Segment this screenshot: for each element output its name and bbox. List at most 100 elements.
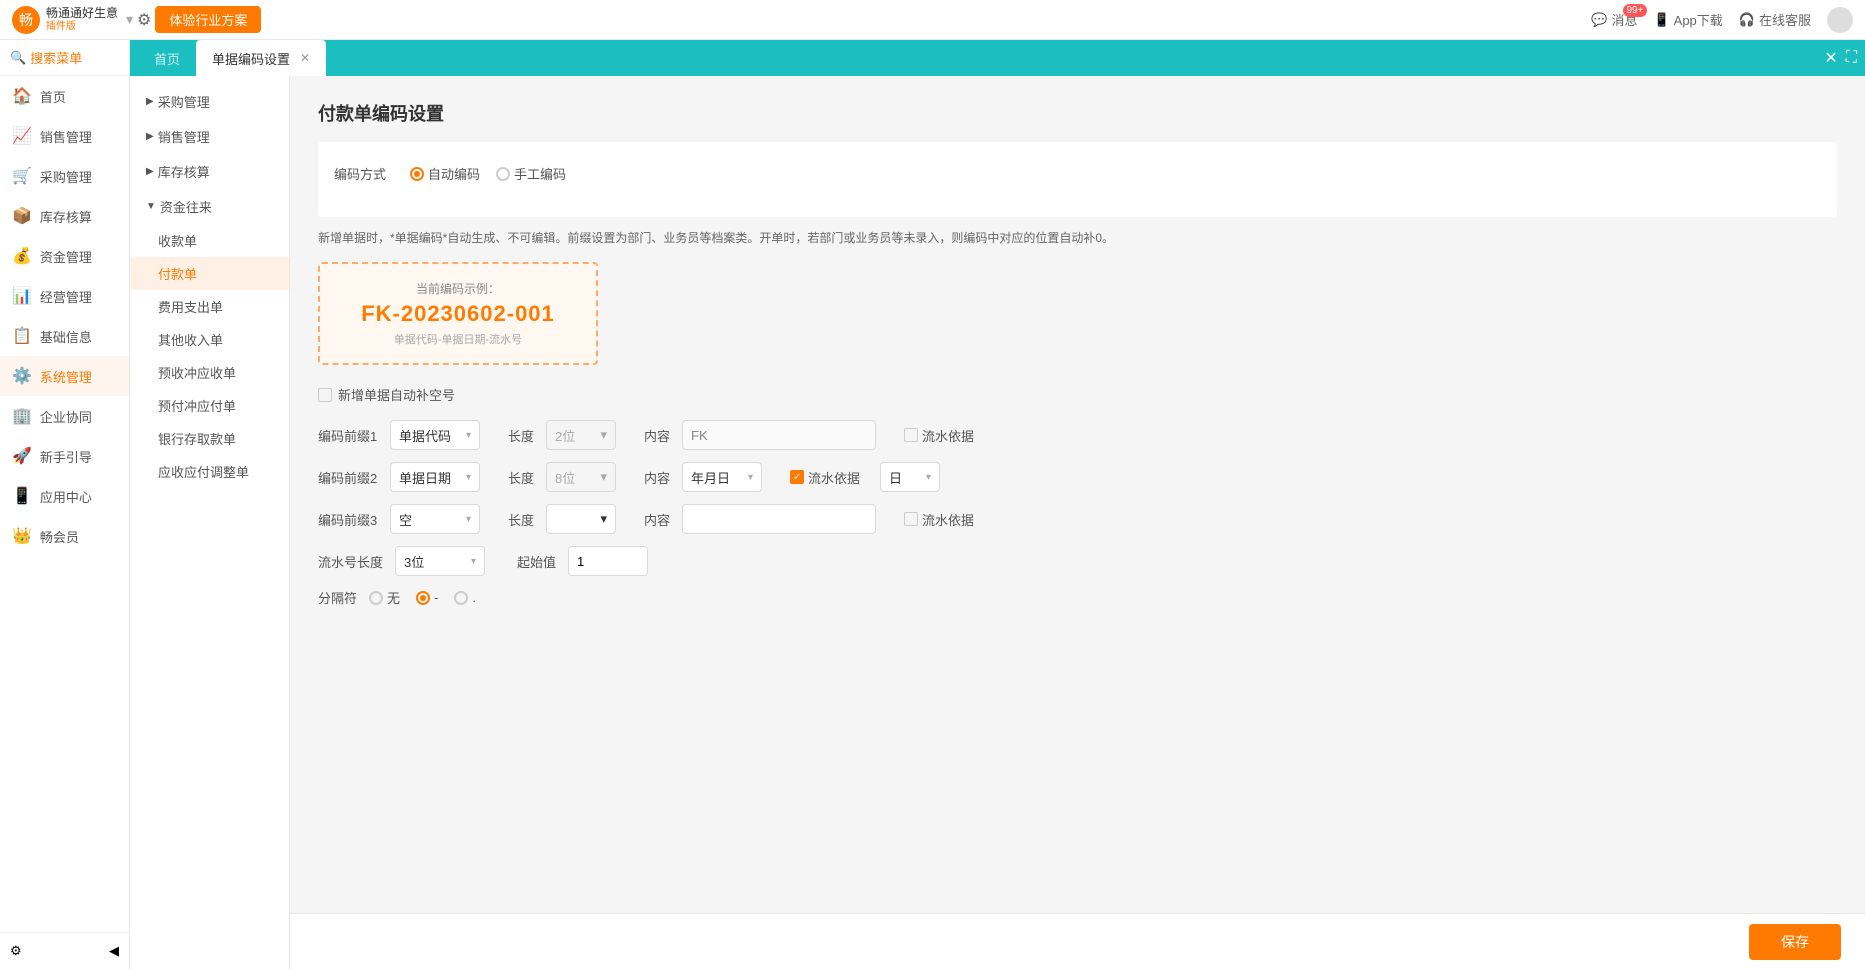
trial-button[interactable]: 体验行业方案 (155, 6, 261, 33)
logo-text: 畅通通好生意 插件版 (46, 6, 118, 32)
chevron-down-icon-9: ▾ (471, 556, 476, 567)
enterprise-icon: 🏢 (12, 406, 32, 426)
serial-length-select[interactable]: 3位 ▾ (395, 546, 485, 576)
arrow-down-icon: ▼ (146, 201, 156, 212)
nav-item-payment[interactable]: 付款单 (130, 257, 289, 290)
encode-method: 编码方式 自动编码 手工编码 (334, 154, 1821, 193)
nav-item-pre-payable[interactable]: 预付冲应付单 (130, 389, 289, 422)
sidebar-search[interactable]: 🔍 搜索菜单 (0, 40, 129, 76)
collapse-icon[interactable]: ◀ (109, 943, 119, 959)
nav-item-receipt[interactable]: 收款单 (130, 224, 289, 257)
row3-len-box[interactable]: ▾ (546, 504, 616, 534)
message-item[interactable]: 💬 消息 99+ (1591, 10, 1637, 29)
sales-icon: 📈 (12, 126, 32, 146)
chevron-down-icon-2: ▾ (600, 427, 607, 443)
sidebar-bottom: ⚙ ◀ (0, 932, 129, 969)
row3-content-input[interactable] (682, 504, 876, 534)
chevron-down-icon: ▾ (466, 430, 471, 441)
sidebar-item-basic[interactable]: 📋 基础信息 (0, 316, 129, 356)
row3-prefix-select[interactable]: 空 ▾ (390, 504, 480, 534)
nav-group-title-sales[interactable]: ▶ 销售管理 (130, 119, 289, 154)
page-content: ▶ 采购管理 ▶ 销售管理 ▶ 库存核算 (130, 76, 1865, 969)
radio-auto[interactable]: 自动编码 (410, 164, 480, 183)
tab-home[interactable]: 首页 (138, 40, 196, 76)
top-bar-left: 畅 畅通通好生意 插件版 ▾ ⚙ 体验行业方案 (12, 6, 261, 34)
start-value-label: 起始值 (517, 552, 556, 571)
nav-group-sales: ▶ 销售管理 (130, 119, 289, 154)
action-bar: 保存 (290, 913, 1865, 969)
nav-item-payable-adjust[interactable]: 应收应付调整单 (130, 455, 289, 488)
row3-water-checkbox[interactable] (904, 512, 918, 526)
app-download-item[interactable]: 📱 App下载 (1653, 10, 1722, 29)
row2-water-check[interactable]: ✓ 流水依据 (790, 468, 860, 487)
row2-label: 编码前缀2 (318, 468, 378, 487)
sidebar-item-inventory[interactable]: 📦 库存核算 (0, 196, 129, 236)
sidebar-item-guide[interactable]: 🚀 新手引导 (0, 436, 129, 476)
nav-group-title-purchase[interactable]: ▶ 采购管理 (130, 84, 289, 119)
gear-button[interactable]: ⚙ (137, 10, 151, 30)
row3-water-check[interactable]: 流水依据 (904, 510, 974, 529)
top-bar-right: 💬 消息 99+ 📱 App下载 🎧 在线客服 (1591, 7, 1853, 33)
maximize-icon[interactable]: ⛶ (1846, 49, 1857, 67)
service-icon: 🎧 (1739, 12, 1755, 28)
online-service-item[interactable]: 🎧 在线客服 (1739, 10, 1811, 29)
hint-text: 新增单据时，*单据编码*自动生成、不可编辑。前缀设置为部门、业务员等档案类。开单… (318, 229, 1837, 246)
preview-code: FK-20230602-001 (348, 301, 568, 327)
main-layout: 🔍 搜索菜单 🏠 首页 📈 销售管理 🛒 采购管理 📦 库存核算 💰 资金管理 … (0, 40, 1865, 969)
purchase-icon: 🛒 (12, 166, 32, 186)
sidebar-item-apps[interactable]: 📱 应用中心 (0, 476, 129, 516)
sidebar-item-member[interactable]: 👑 畅会员 (0, 516, 129, 556)
nav-item-other-income[interactable]: 其他收入单 (130, 323, 289, 356)
nav-dropdown[interactable]: ▾ (126, 11, 133, 28)
row1-label: 编码前缀1 (318, 426, 378, 445)
auto-fill-row: 新增单据自动补空号 (318, 385, 1837, 404)
arrow-right-icon-3: ▶ (146, 166, 154, 177)
nav-item-expense[interactable]: 费用支出单 (130, 290, 289, 323)
tab-encode-setting[interactable]: 单据编码设置 ✕ (196, 40, 326, 76)
nav-group-title-inventory[interactable]: ▶ 库存核算 (130, 154, 289, 189)
nav-item-pre-receivable[interactable]: 预收冲应收单 (130, 356, 289, 389)
preview-label: 当前编码示例： (348, 280, 568, 297)
sidebar-item-home[interactable]: 🏠 首页 (0, 76, 129, 116)
row2-content-label: 内容 (644, 468, 670, 487)
row2-len-label: 长度 (508, 468, 534, 487)
row2-content-select[interactable]: 年月日 ▾ (682, 462, 762, 492)
chevron-down-icon-4: ▾ (600, 469, 607, 485)
form-area: 付款单编码设置 编码方式 自动编码 (290, 76, 1865, 913)
settings-bottom-icon[interactable]: ⚙ (10, 943, 22, 959)
encode-method-label: 编码方式 (334, 164, 386, 183)
sep-dash-option[interactable]: - (416, 590, 438, 605)
setting-row-2: 编码前缀2 单据日期 ▾ 长度 8位 ▾ 内容 年月日 (318, 462, 1837, 492)
sidebar-item-finance[interactable]: 💰 资金管理 (0, 236, 129, 276)
member-icon: 👑 (12, 526, 32, 546)
auto-fill-checkbox[interactable] (318, 388, 332, 402)
row1-water-check[interactable]: 流水依据 (904, 426, 974, 445)
radio-manual[interactable]: 手工编码 (496, 164, 566, 183)
sidebar-item-purchase[interactable]: 🛒 采购管理 (0, 156, 129, 196)
search-icon: 🔍 (10, 50, 26, 66)
setting-row-1: 编码前缀1 单据代码 ▾ 长度 2位 ▾ 内容 (318, 420, 1837, 450)
start-value-input[interactable] (568, 546, 648, 576)
save-button[interactable]: 保存 (1749, 924, 1841, 960)
row2-prefix-select[interactable]: 单据日期 ▾ (390, 462, 480, 492)
sidebar-item-sales[interactable]: 📈 销售管理 (0, 116, 129, 156)
arrow-right-icon: ▶ (146, 96, 154, 107)
sep-none-option[interactable]: 无 (369, 588, 400, 607)
sidebar-item-operation[interactable]: 📊 经营管理 (0, 276, 129, 316)
row1-prefix-select[interactable]: 单据代码 ▾ (390, 420, 480, 450)
nav-item-bank-deposit[interactable]: 银行存取款单 (130, 422, 289, 455)
sidebar-item-system[interactable]: ⚙️ 系统管理 (0, 356, 129, 396)
sidebar-item-enterprise[interactable]: 🏢 企业协同 (0, 396, 129, 436)
serial-length-label: 流水号长度 (318, 552, 383, 571)
row1-water-checkbox[interactable] (904, 428, 918, 442)
row2-water-checkbox[interactable]: ✓ (790, 470, 804, 484)
setting-row-3: 编码前缀3 空 ▾ 长度 ▾ 内容 (318, 504, 1837, 534)
tab-close-icon[interactable]: ✕ (300, 51, 310, 65)
row2-period-select[interactable]: 日 ▾ (880, 462, 940, 492)
sep-dot-option[interactable]: . (454, 590, 476, 605)
serial-row: 流水号长度 3位 ▾ 起始值 (318, 546, 1837, 576)
row3-len-label: 长度 (508, 510, 534, 529)
user-avatar[interactable] (1827, 7, 1853, 33)
minimize-icon[interactable]: ✕ (1824, 48, 1837, 68)
nav-group-title-finance[interactable]: ▼ 资金往来 (130, 189, 289, 224)
